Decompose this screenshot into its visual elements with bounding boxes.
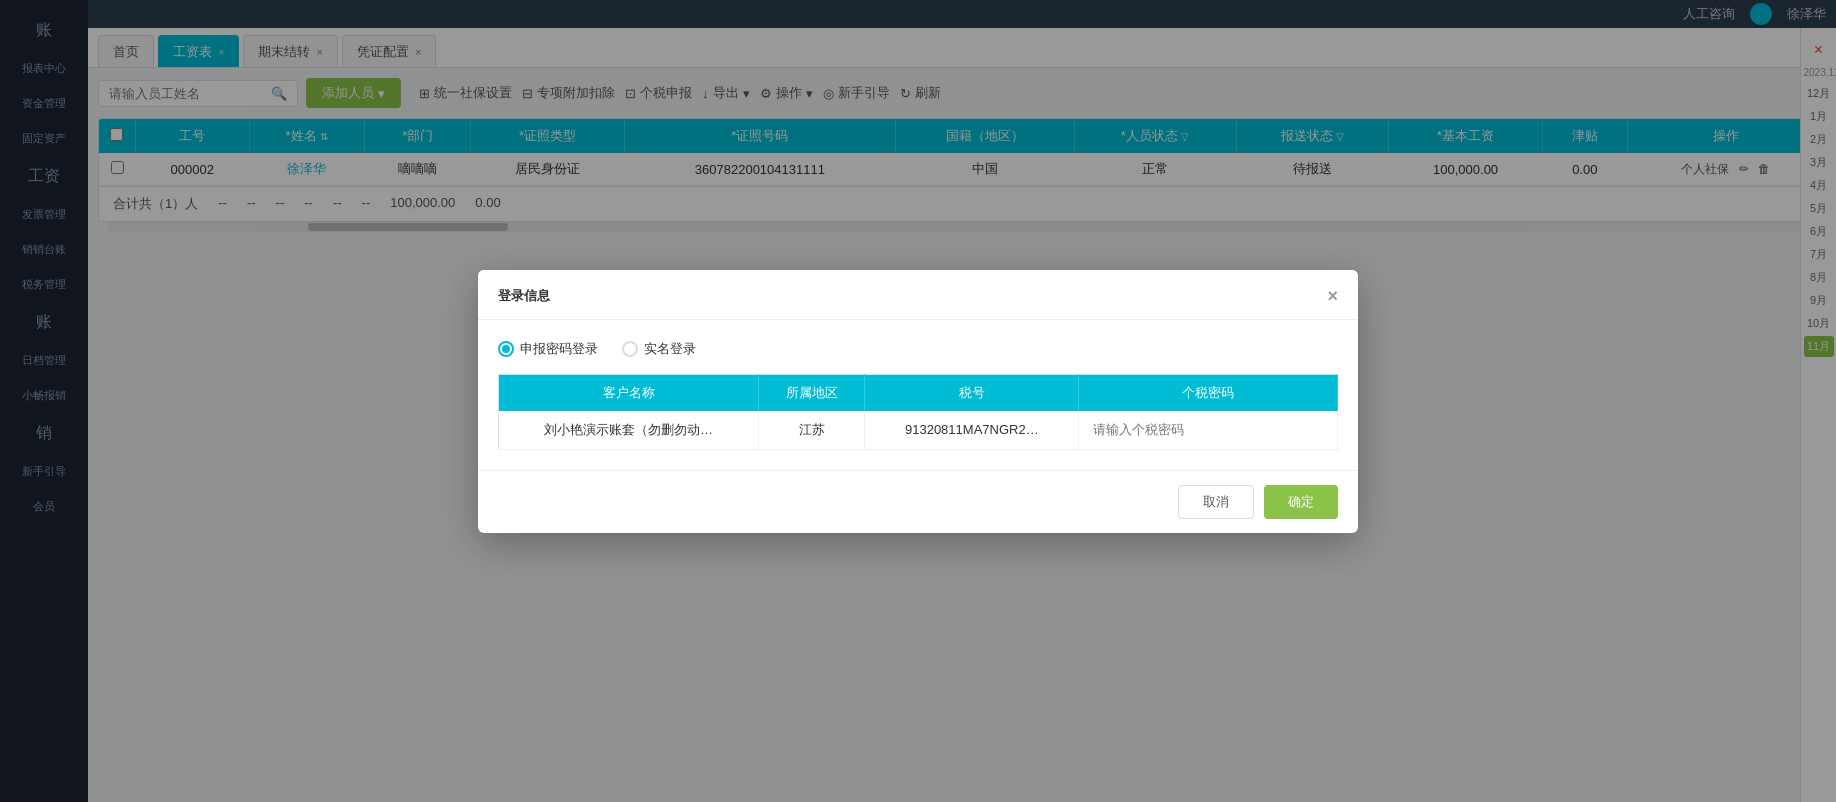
dialog-table-row: 刘小艳演示账套（勿删勿动… 江苏 91320811MA7NGR2… <box>499 411 1338 450</box>
confirm-button[interactable]: 确定 <box>1264 485 1338 519</box>
dialog-cell-tax-no: 91320811MA7NGR2… <box>865 411 1079 450</box>
dialog-overlay: 登录信息 × 申报密码登录 实名登录 客户名称 <box>0 0 1836 802</box>
dialog-close-icon[interactable]: × <box>1327 286 1338 307</box>
login-info-dialog: 登录信息 × 申报密码登录 实名登录 客户名称 <box>478 270 1358 533</box>
dialog-cell-region: 江苏 <box>759 411 865 450</box>
radio-realname-circle <box>622 341 638 357</box>
dialog-col-tax-pwd: 个税密码 <box>1079 374 1338 411</box>
dialog-col-tax-no: 税号 <box>865 374 1079 411</box>
dialog-body: 申报密码登录 实名登录 客户名称 所属地区 税号 个税密码 <box>478 320 1358 470</box>
radio-password-login[interactable]: 申报密码登录 <box>498 340 598 358</box>
dialog-cell-client-name: 刘小艳演示账套（勿删勿动… <box>499 411 759 450</box>
radio-password-circle <box>498 341 514 357</box>
dialog-col-client-name: 客户名称 <box>499 374 759 411</box>
dialog-footer: 取消 确定 <box>478 470 1358 533</box>
cancel-button[interactable]: 取消 <box>1178 485 1254 519</box>
radio-group: 申报密码登录 实名登录 <box>498 340 1338 358</box>
dialog-header: 登录信息 × <box>478 270 1358 320</box>
radio-realname-label: 实名登录 <box>644 340 696 358</box>
tax-pwd-input[interactable] <box>1093 422 1323 437</box>
dialog-table: 客户名称 所属地区 税号 个税密码 刘小艳演示账套（勿删勿动… 江苏 91320… <box>498 374 1338 450</box>
dialog-col-region: 所属地区 <box>759 374 865 411</box>
dialog-cell-tax-pwd[interactable] <box>1079 411 1338 450</box>
dialog-title: 登录信息 <box>498 287 550 305</box>
radio-password-label: 申报密码登录 <box>520 340 598 358</box>
radio-realname-login[interactable]: 实名登录 <box>622 340 696 358</box>
